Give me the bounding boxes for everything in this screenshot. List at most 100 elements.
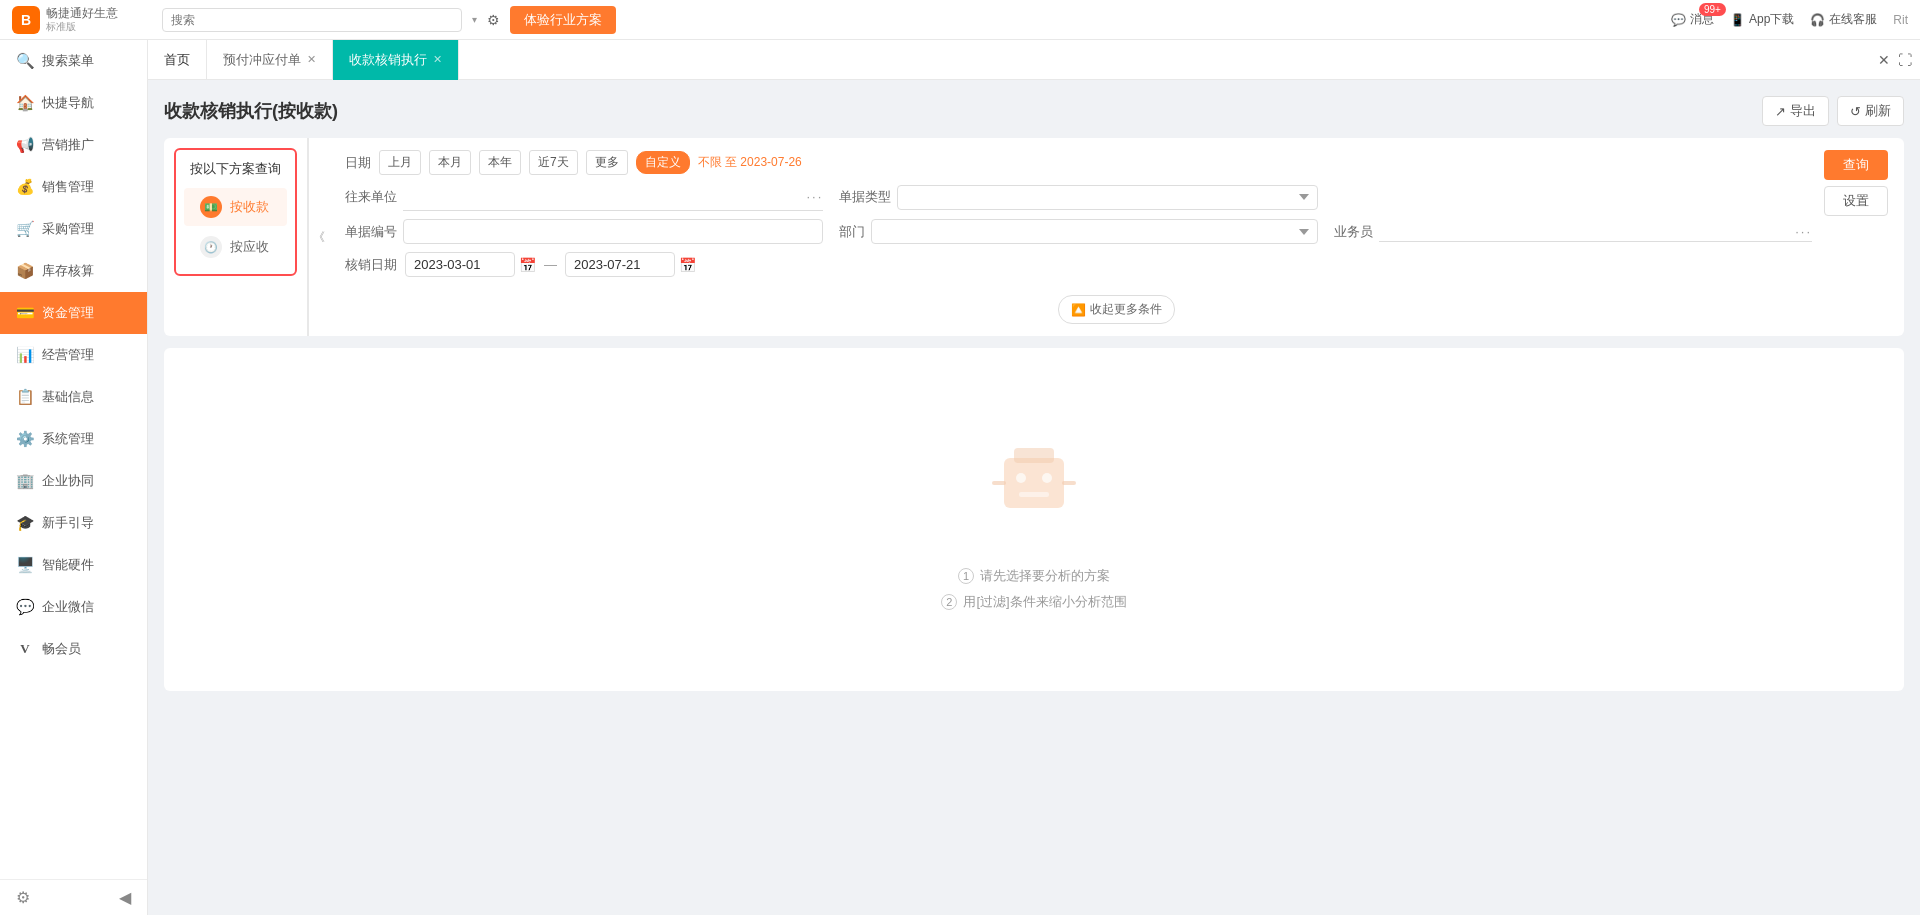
logo-icon: B (12, 6, 40, 34)
empty-hint-1: 1 请先选择要分析的方案 (958, 567, 1110, 585)
employee-more-icon[interactable]: ··· (1795, 224, 1812, 239)
member-icon: V (16, 641, 34, 657)
search-row-3-fields: 单据编号 部门 (345, 219, 1812, 244)
empty-hint-2: 2 用[过滤]条件来缩小分析范围 (941, 593, 1126, 611)
doc-type-select[interactable] (897, 185, 1317, 210)
user-menu[interactable]: Rit (1893, 13, 1908, 27)
more-btn[interactable]: 更多 (586, 150, 628, 175)
sidebar-settings-icon[interactable]: ⚙ (16, 888, 30, 907)
solution-button[interactable]: 体验行业方案 (510, 6, 616, 34)
system-icon: ⚙️ (16, 430, 34, 448)
sidebar-item-quick-nav[interactable]: 🏠 快捷导航 (0, 82, 147, 124)
counterpart-input[interactable] (403, 185, 806, 208)
purchase-icon: 🛒 (16, 220, 34, 238)
headset-icon: 🎧 (1810, 13, 1825, 27)
sidebar-item-sales[interactable]: 💰 销售管理 (0, 166, 147, 208)
filter-sidebar: 按以下方案查询 💵 按收款 🕐 按应收 (164, 138, 308, 336)
sidebar-item-search-menu[interactable]: 🔍 搜索菜单 (0, 40, 147, 82)
tab-advance[interactable]: 预付冲应付单 ✕ (207, 40, 333, 80)
online-service-button[interactable]: 🎧 在线客服 (1810, 11, 1877, 28)
tab-collection[interactable]: 收款核销执行 ✕ (333, 40, 459, 80)
sidebar-bottom: ⚙ ◀ (0, 879, 147, 915)
nucle-date-start-wrapper: 📅 (405, 252, 536, 277)
dept-select[interactable] (871, 219, 1317, 244)
page-content: 收款核销执行(按收款) ↗ 导出 ↺ 刷新 按以下方案 (148, 80, 1920, 915)
filter-sidebar-inner: 按以下方案查询 💵 按收款 🕐 按应收 (174, 148, 297, 276)
search-form: 日期 上月 本月 本年 近7天 更多 自定义 不限 至 2023-07-26 (329, 138, 1904, 336)
export-button[interactable]: ↗ 导出 (1762, 96, 1829, 126)
sidebar-item-wechat[interactable]: 💬 企业微信 (0, 586, 147, 628)
svg-point-2 (1016, 473, 1026, 483)
filter-item-by-receivable[interactable]: 🕐 按应收 (184, 228, 287, 266)
setting-button[interactable]: 设置 (1824, 186, 1888, 216)
settings-gear-icon[interactable]: ⚙ (487, 12, 500, 28)
capital-icon: 💳 (16, 304, 34, 322)
nucle-date-field: 核销日期 📅 — 📅 (345, 252, 1812, 277)
counterpart-more-icon[interactable]: ··· (806, 189, 823, 204)
svg-rect-1 (1014, 448, 1054, 463)
collapse-chevron-icon: 🔼 (1071, 303, 1086, 317)
doc-type-field: 单据类型 (839, 185, 1317, 210)
sidebar-item-inventory[interactable]: 📦 库存核算 (0, 250, 147, 292)
empty-state: 1 请先选择要分析的方案 2 用[过滤]条件来缩小分析范围 (164, 348, 1904, 691)
phone-icon: 📱 (1730, 13, 1745, 27)
messages-button[interactable]: 💬 消息 99+ (1671, 11, 1714, 28)
tab-close-all-icon[interactable]: ✕ (1878, 52, 1890, 68)
sidebar-item-capital[interactable]: 💳 资金管理 (0, 292, 147, 334)
sidebar-item-enterprise[interactable]: 🏢 企业协同 (0, 460, 147, 502)
main-area: 首页 预付冲应付单 ✕ 收款核销执行 ✕ ✕ ⛶ 收款核销执行(按收款) (148, 40, 1920, 915)
nucle-date-end-wrapper: 📅 (565, 252, 696, 277)
employee-field: 业务员 ··· (1334, 222, 1812, 242)
date-field: 日期 上月 本月 本年 近7天 更多 自定义 不限 至 2023-07-26 (345, 150, 1812, 175)
last-month-btn[interactable]: 上月 (379, 150, 421, 175)
sidebar-item-operation[interactable]: 📊 经营管理 (0, 334, 147, 376)
doc-no-field: 单据编号 (345, 219, 823, 244)
empty-state-illustration (984, 428, 1084, 547)
refresh-button[interactable]: ↺ 刷新 (1837, 96, 1904, 126)
sidebar-item-member[interactable]: V 畅会员 (0, 628, 147, 670)
last-7days-btn[interactable]: 近7天 (529, 150, 578, 175)
this-year-btn[interactable]: 本年 (479, 150, 521, 175)
nucle-date-end-calendar-icon[interactable]: 📅 (679, 257, 696, 273)
search-input[interactable] (162, 8, 462, 32)
refresh-icon: ↺ (1850, 104, 1861, 119)
tab-collection-close-icon[interactable]: ✕ (433, 53, 442, 66)
nucle-date-start-calendar-icon[interactable]: 📅 (519, 257, 536, 273)
doc-type-label: 单据类型 (839, 188, 891, 206)
export-icon: ↗ (1775, 104, 1786, 119)
counterpart-label: 往来单位 (345, 188, 397, 206)
sidebar-collapse-icon[interactable]: ◀ (119, 888, 131, 907)
sidebar-item-basic[interactable]: 📋 基础信息 (0, 376, 147, 418)
empty-state-icon (984, 428, 1084, 528)
page-header-actions: ↗ 导出 ↺ 刷新 (1762, 96, 1904, 126)
nucle-date-start-input[interactable] (405, 252, 515, 277)
wechat-icon: 💬 (16, 598, 34, 616)
sidebar-item-marketing[interactable]: 📢 营销推广 (0, 124, 147, 166)
svg-point-3 (1042, 473, 1052, 483)
filter-item-by-receipt[interactable]: 💵 按收款 (184, 188, 287, 226)
query-button[interactable]: 查询 (1824, 150, 1888, 180)
custom-btn[interactable]: 自定义 (636, 151, 690, 174)
search-row-1: 日期 上月 本月 本年 近7天 更多 自定义 不限 至 2023-07-26 (345, 150, 1888, 285)
nucle-date-end-input[interactable] (565, 252, 675, 277)
page-header: 收款核销执行(按收款) ↗ 导出 ↺ 刷新 (164, 96, 1904, 126)
tab-expand-icon[interactable]: ⛶ (1898, 52, 1912, 68)
page-title: 收款核销执行(按收款) (164, 99, 338, 123)
search-chevron-icon[interactable]: ▾ (472, 14, 477, 25)
tab-advance-close-icon[interactable]: ✕ (307, 53, 316, 66)
sidebar-item-system[interactable]: ⚙️ 系统管理 (0, 418, 147, 460)
sidebar-item-purchase[interactable]: 🛒 采购管理 (0, 208, 147, 250)
this-month-btn[interactable]: 本月 (429, 150, 471, 175)
brand-name: 畅捷通好生意 标准版 (46, 6, 118, 32)
sidebar-item-newbie[interactable]: 🎓 新手引导 (0, 502, 147, 544)
filter-header: 按以下方案查询 (176, 156, 295, 186)
app-download-button[interactable]: 📱 App下载 (1730, 11, 1794, 28)
collapse-conditions-button[interactable]: 🔼 收起更多条件 (1058, 295, 1175, 324)
basic-icon: 📋 (16, 388, 34, 406)
doc-no-input[interactable] (403, 219, 823, 244)
filter-toggle-button[interactable]: 《 (308, 138, 329, 336)
employee-input[interactable] (1379, 224, 1796, 239)
sidebar-item-hardware[interactable]: 🖥️ 智能硬件 (0, 544, 147, 586)
tab-home[interactable]: 首页 (148, 40, 207, 80)
dept-field: 部门 (839, 219, 1317, 244)
